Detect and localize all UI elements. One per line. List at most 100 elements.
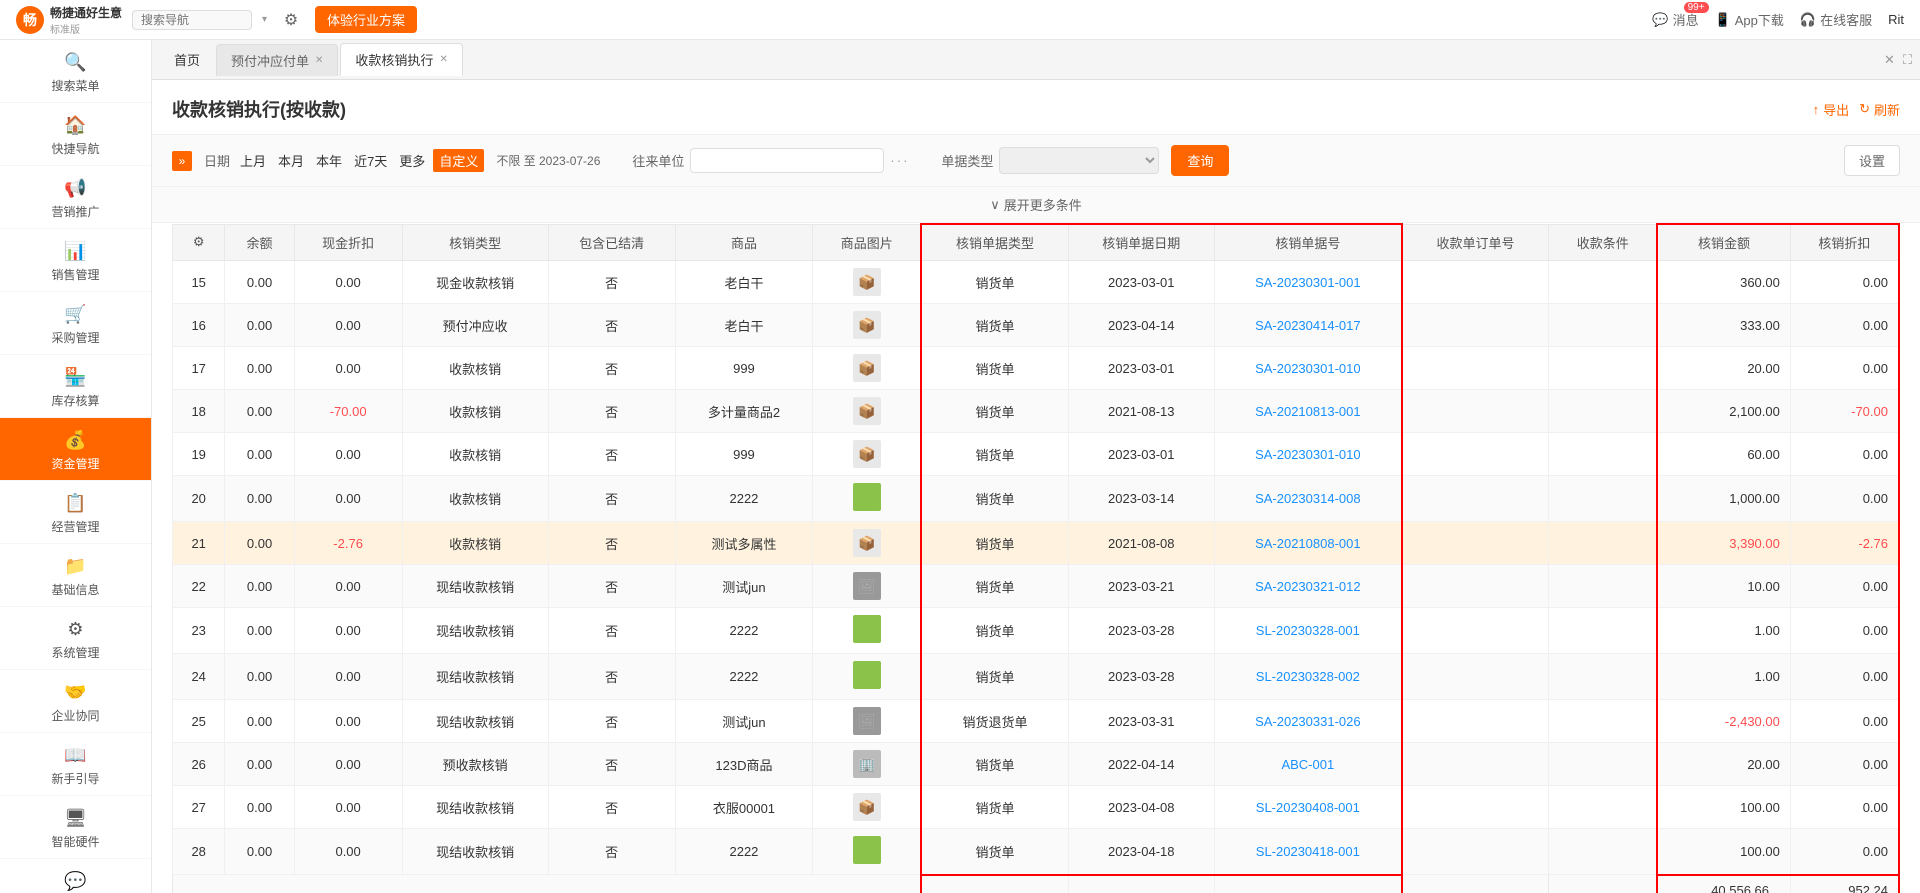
sidebar-item-purchase[interactable]: 🛒 采购管理 bbox=[0, 292, 151, 355]
window-buttons: ✕ ⛶ bbox=[1884, 52, 1912, 68]
sidebar-item-sales[interactable]: 📊 销售管理 bbox=[0, 229, 151, 292]
bill-no-link[interactable]: ABC-001 bbox=[1281, 757, 1334, 772]
goods-image: 📦 bbox=[853, 440, 881, 468]
bill-no-link[interactable]: SA-20230331-026 bbox=[1255, 714, 1361, 729]
date-btn-more[interactable]: 更多 bbox=[395, 149, 429, 172]
sidebar-item-search[interactable]: 🔍 搜索菜单 bbox=[0, 40, 151, 103]
cell-cancel-bill-no[interactable]: SA-20230314-008 bbox=[1214, 476, 1402, 522]
goods-image: 📦 bbox=[853, 793, 881, 821]
gear-button[interactable]: ⚙ bbox=[277, 6, 305, 34]
setting-button[interactable]: 设置 bbox=[1844, 145, 1900, 176]
sidebar-item-wechat[interactable]: 💬 企业微信 bbox=[0, 859, 151, 893]
cell-cancel-bill-no[interactable]: SL-20230408-001 bbox=[1214, 786, 1402, 829]
sidebar-item-hardware[interactable]: 🖥 智能硬件 bbox=[0, 796, 151, 859]
sidebar-item-system[interactable]: ⚙ 系统管理 bbox=[0, 607, 151, 670]
maximize-window-icon[interactable]: ⛶ bbox=[1903, 52, 1912, 68]
search-nav-input[interactable] bbox=[132, 10, 252, 30]
expand-more-label: 展开更多条件 bbox=[1004, 195, 1082, 214]
bill-no-link[interactable]: SA-20230314-008 bbox=[1255, 491, 1361, 506]
goods-image bbox=[853, 661, 881, 689]
cell-cancel-type: 收款核销 bbox=[402, 347, 548, 390]
tab-cancel[interactable]: 收款核销执行 ✕ bbox=[340, 43, 462, 76]
cell-cancel-bill-no[interactable]: SA-20230414-017 bbox=[1214, 304, 1402, 347]
bill-no-link[interactable]: SA-20230414-017 bbox=[1255, 318, 1361, 333]
sidebar-item-marketing[interactable]: 📢 营销推广 bbox=[0, 166, 151, 229]
cell-receipt-order-no bbox=[1402, 476, 1549, 522]
bill-no-link[interactable]: SA-20230321-012 bbox=[1255, 579, 1361, 594]
bill-no-link[interactable]: SL-20230328-002 bbox=[1256, 669, 1360, 684]
date-btn-this-month[interactable]: 本月 bbox=[274, 149, 308, 172]
expand-more-button[interactable]: ∨ 展开更多条件 bbox=[990, 195, 1082, 214]
cell-balance: 0.00 bbox=[225, 390, 294, 433]
cell-cancel-bill-no[interactable]: ABC-001 bbox=[1214, 743, 1402, 786]
date-btn-this-year[interactable]: 本年 bbox=[312, 149, 346, 172]
chat-icon: 💬 bbox=[1652, 12, 1668, 28]
sidebar-item-finance[interactable]: 💰 资金管理 bbox=[0, 418, 151, 481]
cell-cancel-bill-no[interactable]: SA-20210813-001 bbox=[1214, 390, 1402, 433]
bill-no-link[interactable]: SA-20230301-001 bbox=[1255, 275, 1361, 290]
table-footer: 40,556,66... 952.24 bbox=[173, 875, 1900, 893]
sidebar-label-inventory: 库存核算 bbox=[51, 392, 99, 409]
cell-cancel-amount: 60.00 bbox=[1657, 433, 1790, 476]
bill-no-link[interactable]: SA-20230301-010 bbox=[1255, 361, 1361, 376]
cell-cancel-bill-no[interactable]: SL-20230328-002 bbox=[1214, 654, 1402, 700]
cell-balance: 0.00 bbox=[225, 347, 294, 390]
cell-cancel-amount: 20.00 bbox=[1657, 347, 1790, 390]
cell-cancel-type: 收款核销 bbox=[402, 522, 548, 565]
cell-cancel-bill-date: 2023-03-01 bbox=[1068, 433, 1214, 476]
tab-cancel-close-icon[interactable]: ✕ bbox=[439, 54, 447, 65]
partner-filter-input[interactable] bbox=[690, 148, 884, 173]
bill-no-link[interactable]: SL-20230418-001 bbox=[1256, 844, 1360, 859]
bill-no-link[interactable]: SL-20230328-001 bbox=[1256, 623, 1360, 638]
sidebar-item-operations[interactable]: 📋 经营管理 bbox=[0, 481, 151, 544]
cell-receipt-condition bbox=[1549, 304, 1658, 347]
message-button[interactable]: 💬 消息 99+ bbox=[1652, 10, 1698, 29]
bill-no-link[interactable]: SL-20230408-001 bbox=[1256, 800, 1360, 815]
table-wrapper[interactable]: ⚙ 余额 现金折扣 核销类型 包含已结清 商品 商品图片 核销单据类型 核销单据… bbox=[152, 223, 1920, 893]
cell-cancel-bill-no[interactable]: SA-20230301-010 bbox=[1214, 347, 1402, 390]
main-table: ⚙ 余额 现金折扣 核销类型 包含已结清 商品 商品图片 核销单据类型 核销单据… bbox=[172, 223, 1900, 893]
cell-cancel-bill-date: 2023-04-08 bbox=[1068, 786, 1214, 829]
date-btn-last-month[interactable]: 上月 bbox=[236, 149, 270, 172]
cell-cash-discount: 0.00 bbox=[294, 829, 402, 875]
cell-cancel-bill-no[interactable]: SA-20230331-026 bbox=[1214, 700, 1402, 743]
cell-cancel-discount: 0.00 bbox=[1790, 786, 1899, 829]
bill-type-select[interactable] bbox=[999, 147, 1159, 174]
cell-cancel-bill-no[interactable]: SA-20210808-001 bbox=[1214, 522, 1402, 565]
app-download-button[interactable]: 📱 App下载 bbox=[1715, 10, 1784, 29]
cell-cancel-bill-no[interactable]: SA-20230301-001 bbox=[1214, 261, 1402, 304]
bill-no-link[interactable]: SA-20230301-010 bbox=[1255, 447, 1361, 462]
cell-cancel-bill-no[interactable]: SL-20230328-001 bbox=[1214, 608, 1402, 654]
date-btn-custom[interactable]: 自定义 bbox=[433, 149, 484, 172]
topbar-left: 畅 畅捷通好生意 标准版 ▾ ⚙ 体验行业方案 bbox=[16, 4, 417, 36]
bill-no-link[interactable]: SA-20210813-001 bbox=[1255, 404, 1361, 419]
th-cancel-discount: 核销折扣 bbox=[1790, 224, 1899, 261]
cell-cancel-amount: 20.00 bbox=[1657, 743, 1790, 786]
sidebar-item-basic-info[interactable]: 📁 基础信息 bbox=[0, 544, 151, 607]
sidebar-item-guide[interactable]: 📖 新手引导 bbox=[0, 733, 151, 796]
sidebar-label-guide: 新手引导 bbox=[51, 770, 99, 787]
sidebar-item-collab[interactable]: 🤝 企业协同 bbox=[0, 670, 151, 733]
tab-prepay-close-icon[interactable]: ✕ bbox=[315, 55, 323, 66]
cell-id: 22 bbox=[173, 565, 225, 608]
refresh-button[interactable]: ↻ 刷新 bbox=[1859, 100, 1900, 119]
tab-prepay[interactable]: 预付冲应付单 ✕ bbox=[216, 44, 338, 76]
sidebar-item-inventory[interactable]: 🏪 库存核算 bbox=[0, 355, 151, 418]
close-window-icon[interactable]: ✕ bbox=[1884, 52, 1895, 68]
cell-cancel-discount: 0.00 bbox=[1790, 829, 1899, 875]
query-button[interactable]: 查询 bbox=[1171, 145, 1229, 176]
cell-cancel-bill-no[interactable]: SL-20230418-001 bbox=[1214, 829, 1402, 875]
cell-goods-img: 🖼 bbox=[813, 700, 922, 743]
cell-cancel-bill-no[interactable]: SA-20230321-012 bbox=[1214, 565, 1402, 608]
th-goods: 商品 bbox=[675, 224, 813, 261]
tab-home[interactable]: 首页 bbox=[160, 44, 214, 75]
th-settings[interactable]: ⚙ bbox=[173, 224, 225, 261]
date-btn-7days[interactable]: 近7天 bbox=[350, 149, 391, 172]
filter-expand-button[interactable]: » bbox=[172, 151, 192, 171]
sidebar-item-nav[interactable]: 🏠 快捷导航 bbox=[0, 103, 151, 166]
online-service-button[interactable]: 🎧 在线客服 bbox=[1800, 10, 1872, 29]
export-button[interactable]: ↑ 导出 bbox=[1813, 100, 1850, 119]
cell-cancel-bill-no[interactable]: SA-20230301-010 bbox=[1214, 433, 1402, 476]
bill-no-link[interactable]: SA-20210808-001 bbox=[1255, 536, 1361, 551]
industry-solution-button[interactable]: 体验行业方案 bbox=[315, 6, 417, 33]
